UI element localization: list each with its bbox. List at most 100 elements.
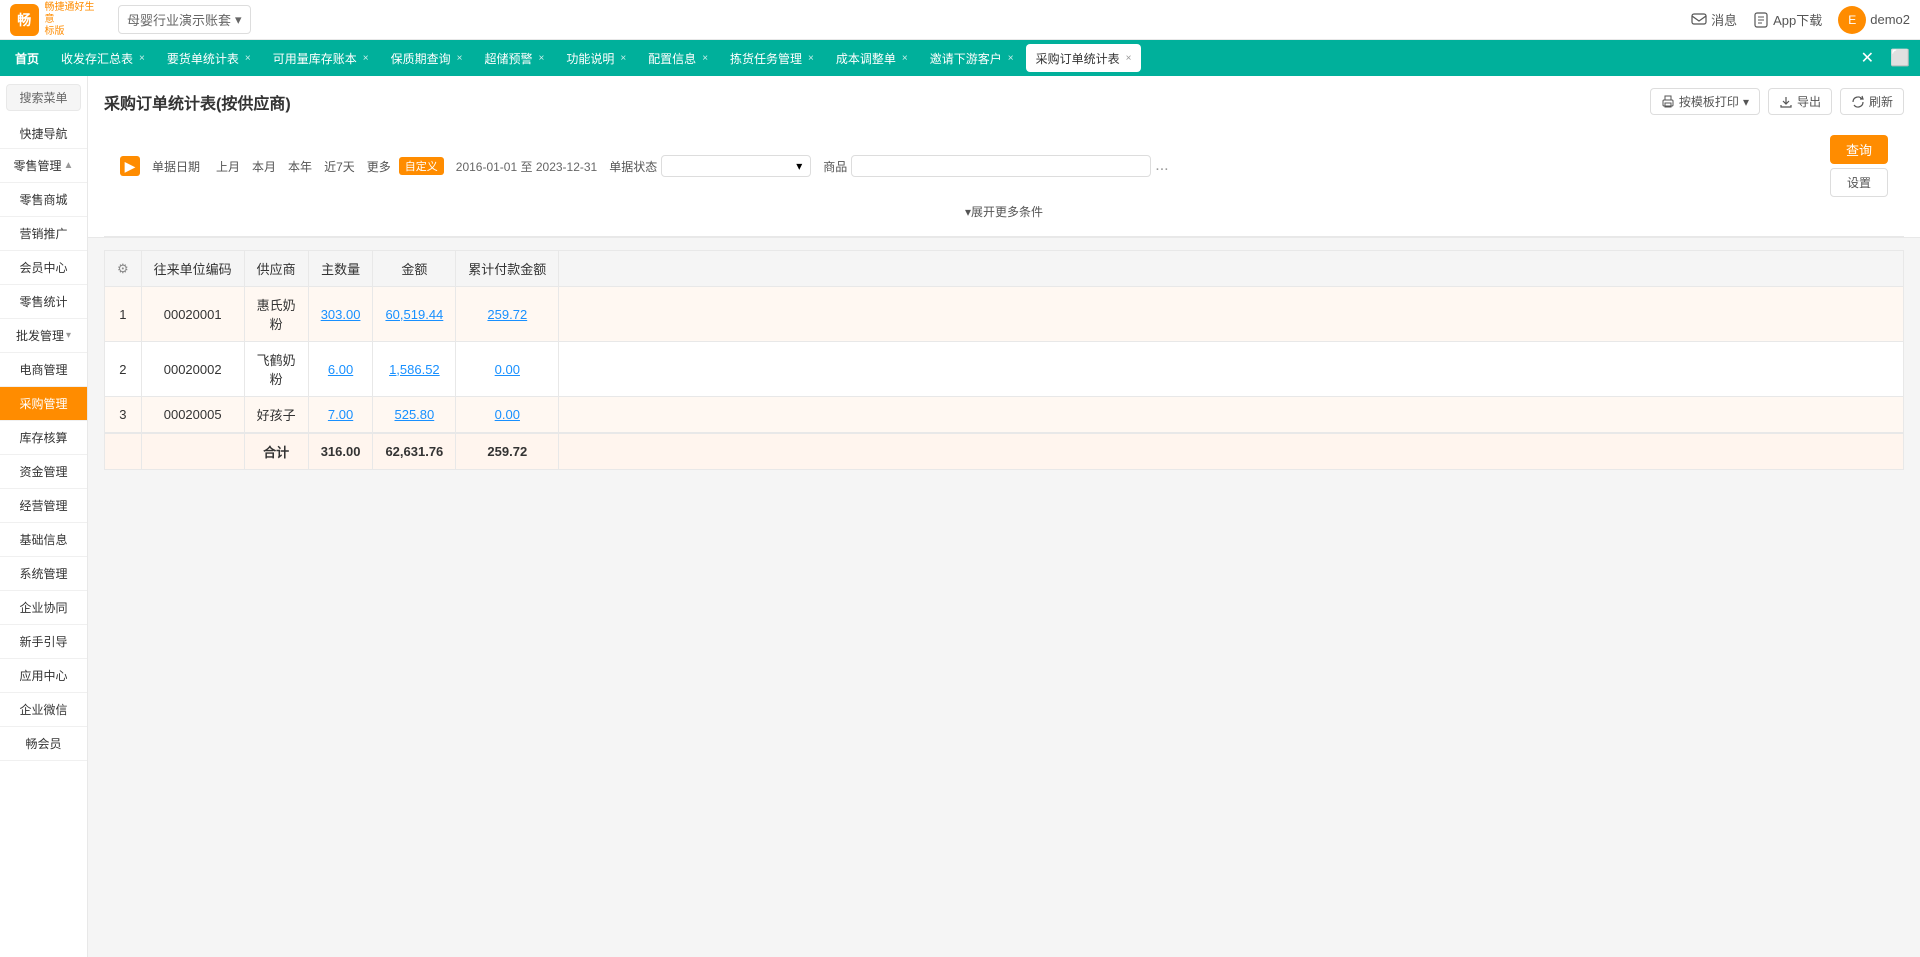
expand-more-btn[interactable]: ▾ 展开更多条件 <box>120 197 1888 226</box>
footer-empty <box>105 433 142 470</box>
tab-caigou[interactable]: 采购订单统计表 × <box>1026 44 1142 72</box>
print-btn[interactable]: 按模板打印 ▾ <box>1650 88 1760 115</box>
status-filter: 单据状态 ▾ <box>609 155 811 177</box>
close-tab-gongneng[interactable]: × <box>620 53 626 64</box>
print-icon <box>1661 95 1675 109</box>
workspace-selector[interactable]: 母婴行业演示账套 ▾ <box>118 5 251 34</box>
row-3-amount[interactable]: 525.80 <box>373 397 456 434</box>
date-shortcuts: 上月 本月 本年 近7天 更多 自定义 <box>212 156 444 177</box>
sidebar-item-ops[interactable]: 经营管理 <box>0 489 87 523</box>
col-settings-header: ⚙ <box>105 251 142 287</box>
sidebar-item-wechat[interactable]: 企业微信 <box>0 693 87 727</box>
close-tab-keyongliang[interactable]: × <box>363 53 369 64</box>
filter-row-1: ▶ 单据日期 上月 本月 本年 近7天 更多 自定义 2016-01-01 至 … <box>120 135 1888 197</box>
sidebar-item-system[interactable]: 系统管理 <box>0 557 87 591</box>
tab-yaohuo[interactable]: 要货单统计表 × <box>157 44 261 72</box>
shortcut-7days[interactable]: 近7天 <box>320 156 359 177</box>
close-tab-shoufahu[interactable]: × <box>139 53 145 64</box>
col-extra-header <box>559 251 1904 287</box>
export-btn[interactable]: 导出 <box>1768 88 1832 115</box>
sidebar-item-marketing[interactable]: 营销推广 <box>0 217 87 251</box>
sidebar-item-member[interactable]: 会员中心 <box>0 251 87 285</box>
chevron-down-icon: ▲ <box>64 160 74 171</box>
row-3-name: 好孩子 <box>244 397 308 434</box>
app-download-btn[interactable]: App下载 <box>1753 10 1822 29</box>
sidebar-item-app-center[interactable]: 应用中心 <box>0 659 87 693</box>
row-2-qty[interactable]: 6.00 <box>308 342 373 397</box>
tab-yaoqingxiayou[interactable]: 邀请下游客户 × <box>920 44 1024 72</box>
close-tab-pichuorenwu[interactable]: × <box>808 53 814 64</box>
sidebar-item-new-guide[interactable]: 新手引导 <box>0 625 87 659</box>
query-btn[interactable]: 查询 <box>1830 135 1888 164</box>
close-tab-btn[interactable]: ✕ <box>1855 48 1880 68</box>
tab-chengbentiaozhen[interactable]: 成本调整单 × <box>826 44 918 72</box>
sidebar-item-retail-mgmt[interactable]: 零售管理 ▲ <box>0 149 87 183</box>
row-2-name: 飞鹤奶粉 <box>244 342 308 397</box>
maximize-btn[interactable]: ⬜ <box>1884 48 1916 68</box>
shortcut-this-year[interactable]: 本年 <box>284 156 316 177</box>
col-paid-header: 累计付款金额 <box>456 251 559 287</box>
message-btn[interactable]: 消息 <box>1691 10 1737 29</box>
row-2-extra <box>559 342 1904 397</box>
sidebar-item-inventory[interactable]: 库存核算 <box>0 421 87 455</box>
tab-baozhi[interactable]: 保质期查询 × <box>381 44 473 72</box>
settings-btn[interactable]: 设置 <box>1830 168 1888 197</box>
search-menu-btn[interactable]: 搜索菜单 <box>6 84 81 111</box>
user-avatar-btn[interactable]: E demo2 <box>1838 6 1910 34</box>
sidebar-item-retail-stats[interactable]: 零售统计 <box>0 285 87 319</box>
row-2-amount[interactable]: 1,586.52 <box>373 342 456 397</box>
col-qty-header: 主数量 <box>308 251 373 287</box>
row-1-amount[interactable]: 60,519.44 <box>373 287 456 342</box>
row-1-paid[interactable]: 259.72 <box>456 287 559 342</box>
sidebar-item-purchase[interactable]: 采购管理 <box>0 387 87 421</box>
column-settings-icon[interactable]: ⚙ <box>117 261 129 276</box>
footer-extra <box>559 433 1904 470</box>
tab-chaochuyujing[interactable]: 超储预警 × <box>474 44 554 72</box>
sidebar-quick-nav[interactable]: 快捷导航 <box>0 119 87 149</box>
sidebar-item-finance[interactable]: 资金管理 <box>0 455 87 489</box>
sidebar-item-enterprise[interactable]: 企业协同 <box>0 591 87 625</box>
shortcut-last-month[interactable]: 上月 <box>212 156 244 177</box>
download-icon <box>1753 12 1769 28</box>
print-dropdown-arrow[interactable]: ▾ <box>1743 95 1749 109</box>
row-3-paid[interactable]: 0.00 <box>456 397 559 434</box>
custom-date-badge[interactable]: 自定义 <box>399 157 444 175</box>
row-1-qty[interactable]: 303.00 <box>308 287 373 342</box>
nav-right-actions: ✕ ⬜ <box>1855 48 1916 68</box>
close-tab-chaochuyujing[interactable]: × <box>538 53 544 64</box>
close-tab-yaohuo[interactable]: × <box>245 53 251 64</box>
tab-keyongliang[interactable]: 可用量库存账本 × <box>263 44 379 72</box>
sidebar-item-basic-info[interactable]: 基础信息 <box>0 523 87 557</box>
sidebar-item-ecommerce[interactable]: 电商管理 <box>0 353 87 387</box>
tab-peizhi[interactable]: 配置信息 × <box>638 44 718 72</box>
page-title: 采购订单统计表(按供应商) <box>104 90 291 114</box>
table-row: 3 00020005 好孩子 7.00 525.80 0.00 <box>105 397 1904 434</box>
sidebar-item-vip[interactable]: 畅会员 <box>0 727 87 761</box>
export-icon <box>1779 95 1793 109</box>
row-2-paid[interactable]: 0.00 <box>456 342 559 397</box>
shortcut-more[interactable]: 更多 <box>363 156 395 177</box>
tab-shoufahu[interactable]: 收发存汇总表 × <box>51 44 155 72</box>
close-tab-caigou[interactable]: × <box>1126 53 1132 64</box>
row-2-no: 2 <box>105 342 142 397</box>
tab-gongneng[interactable]: 功能说明 × <box>556 44 636 72</box>
sidebar-item-wholesale[interactable]: 批发管理 ▾ <box>0 319 87 353</box>
filter-area: ▶ 单据日期 上月 本月 本年 近7天 更多 自定义 2016-01-01 至 … <box>104 125 1904 237</box>
sidebar-item-retail-mall[interactable]: 零售商城 <box>0 183 87 217</box>
shortcut-this-month[interactable]: 本月 <box>248 156 280 177</box>
close-tab-peizhi[interactable]: × <box>702 53 708 64</box>
table-row: 2 00020002 飞鹤奶粉 6.00 1,586.52 0.00 <box>105 342 1904 397</box>
goods-input[interactable] <box>851 155 1151 177</box>
close-tab-baozhi[interactable]: × <box>457 53 463 64</box>
close-tab-chengbentiaozhen[interactable]: × <box>902 53 908 64</box>
tab-home[interactable]: 首页 <box>5 44 49 72</box>
filter-toggle-btn[interactable]: ▶ <box>120 156 140 176</box>
date-filter-label: 单据日期 <box>152 158 200 175</box>
row-3-qty[interactable]: 7.00 <box>308 397 373 434</box>
refresh-btn[interactable]: 刷新 <box>1840 88 1904 115</box>
close-tab-yaoqingxiayou[interactable]: × <box>1008 53 1014 64</box>
nav-tabs-bar: 首页 收发存汇总表 × 要货单统计表 × 可用量库存账本 × 保质期查询 × 超… <box>0 40 1920 76</box>
tab-pichuorenwu[interactable]: 拣货任务管理 × <box>720 44 824 72</box>
more-options-btn[interactable]: ... <box>1155 157 1168 175</box>
status-select[interactable]: ▾ <box>661 155 811 177</box>
